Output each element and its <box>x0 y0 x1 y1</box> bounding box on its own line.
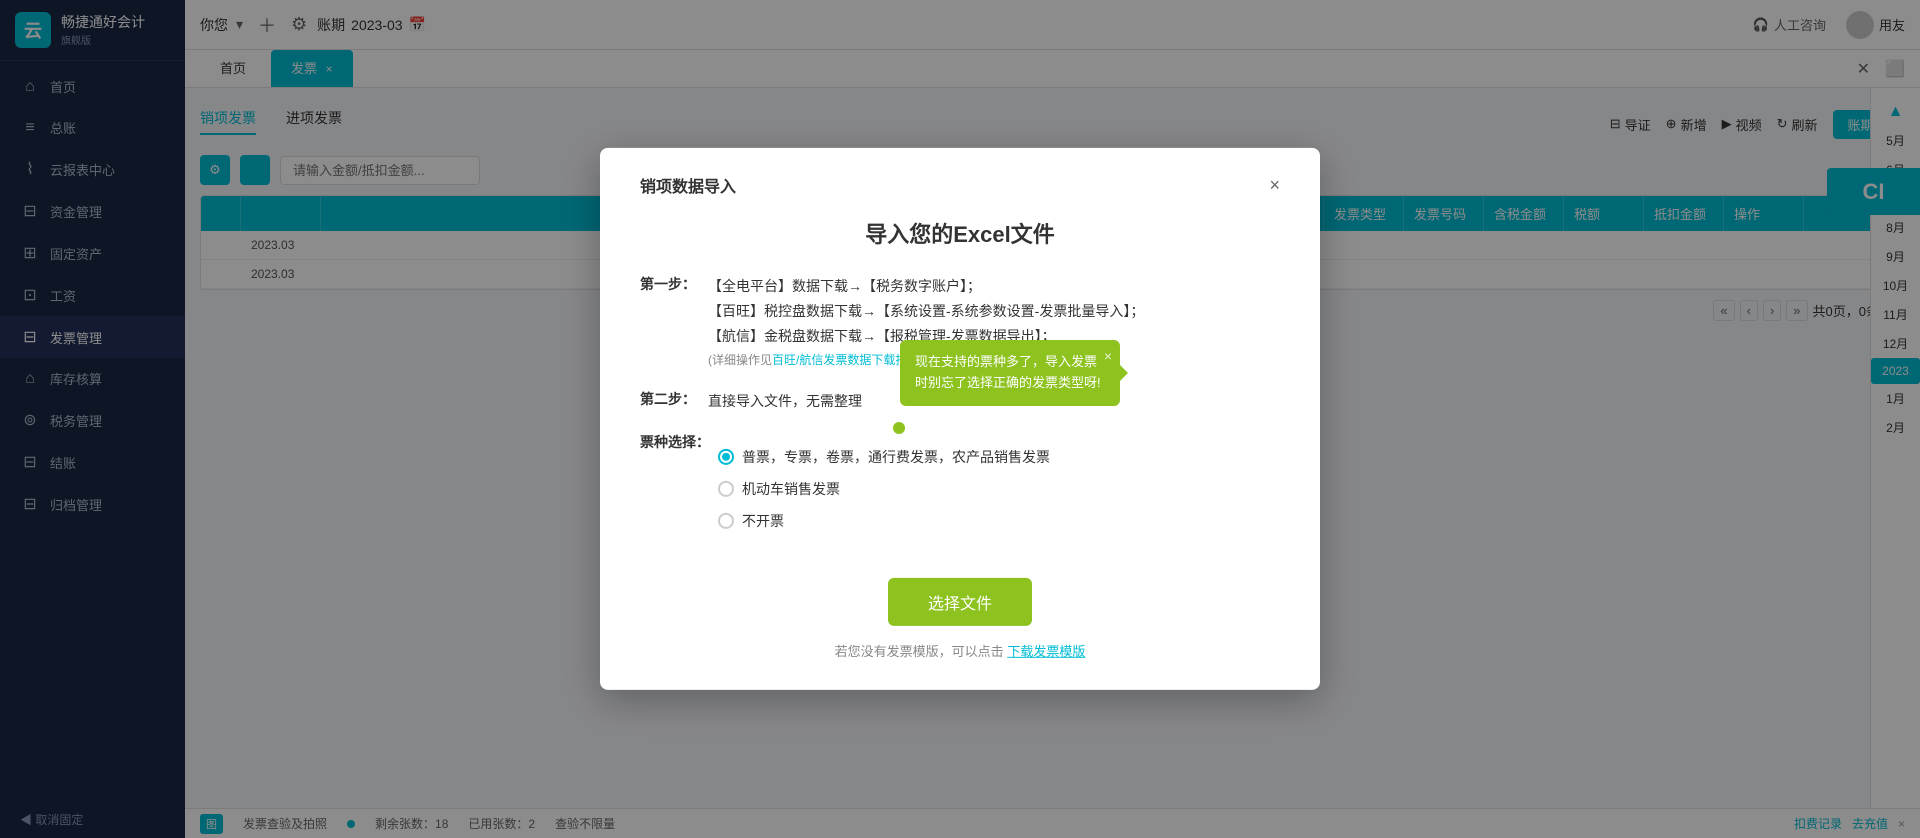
tooltip-dot <box>893 422 905 434</box>
modal-footer: 若您没有发票模版，可以点击 下载发票模版 <box>640 641 1280 660</box>
modal-main-title: 导入您的Excel文件 <box>640 217 1280 249</box>
radio-option-2[interactable]: 不开票 <box>718 511 1050 531</box>
modal-header: 销项数据导入 × <box>640 173 1280 197</box>
modal-title: 销项数据导入 <box>640 173 736 197</box>
tooltip-close-btn[interactable]: × <box>1104 345 1112 367</box>
step2-label: 第二步： <box>640 389 700 409</box>
select-file-btn[interactable]: 选择文件 <box>888 578 1032 626</box>
step2-content: 直接导入文件，无需整理 <box>708 389 862 414</box>
radio-circle-0 <box>718 449 734 465</box>
radio-circle-2 <box>718 513 734 529</box>
radio-group: 普票，专票，卷票，通行费发票，农产品销售发票 机动车销售发票 不开票 <box>718 447 1050 543</box>
modal-close-btn[interactable]: × <box>1269 174 1280 195</box>
radio-option-1[interactable]: 机动车销售发票 <box>718 479 1050 499</box>
download-template-link[interactable]: 下载发票模版 <box>1007 644 1085 659</box>
guide-link[interactable]: 百旺/航信发票数据下载指南 <box>772 352 919 366</box>
radio-label: 票种选择： <box>640 432 710 452</box>
radio-section: 票种选择： 普票，专票，卷票，通行费发票，农产品销售发票 机动车销售发票 不开票 <box>640 432 1280 558</box>
radio-circle-1 <box>718 481 734 497</box>
step1-label: 第一步： <box>640 274 700 294</box>
import-modal: 销项数据导入 × 导入您的Excel文件 第一步： 【全电平台】数据下载→【税务… <box>600 148 1320 690</box>
tooltip-bubble: × 现在支持的票种多了，导入发票时别忘了选择正确的发票类型呀! <box>900 340 1120 406</box>
radio-option-0[interactable]: 普票，专票，卷票，通行费发票，农产品销售发票 <box>718 447 1050 467</box>
